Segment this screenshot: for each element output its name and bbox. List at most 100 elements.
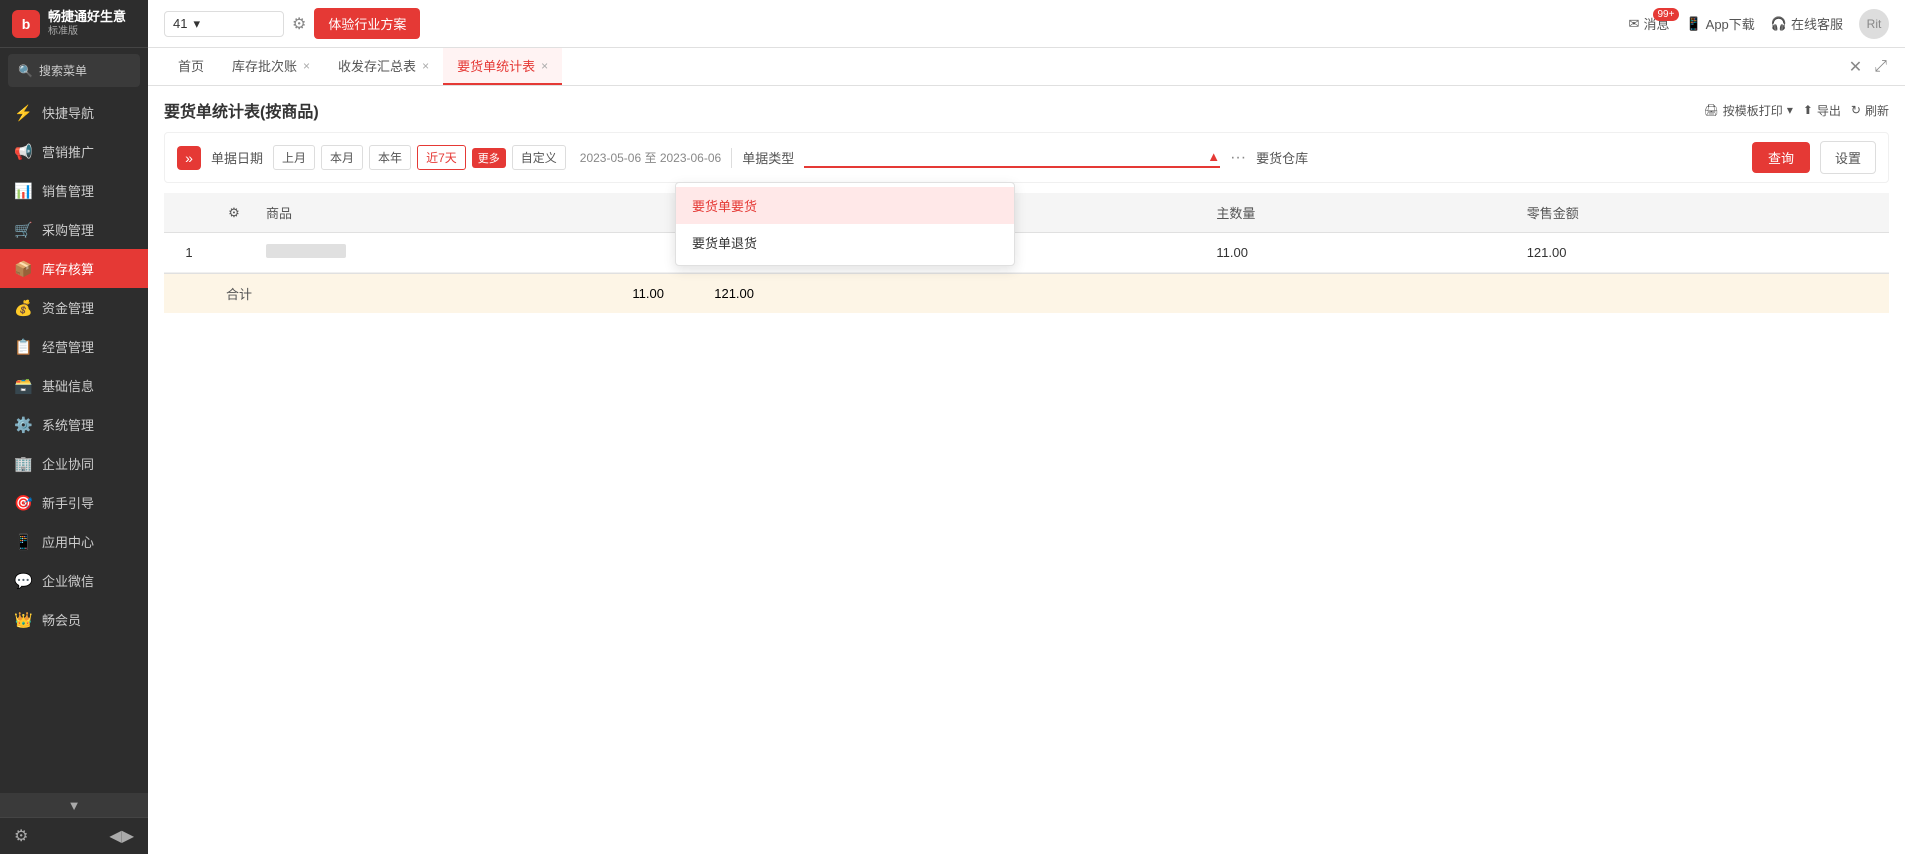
tab-close-icon[interactable]: × <box>303 59 310 73</box>
date-btn-7days[interactable]: 近7天 <box>417 145 466 170</box>
sidebar-item-quick-nav[interactable]: ⚡ 快捷导航 <box>0 93 148 132</box>
close-tab-icon[interactable]: ✕ <box>1847 55 1864 79</box>
online-service-btn[interactable]: 🎧 在线客服 <box>1771 14 1843 33</box>
nav-icon-quick-nav: ⚡ <box>14 104 32 122</box>
data-table: ⚙ 商品 主计量单位 主数量 零售金额 1 块 11.00 121.00 <box>164 193 1889 273</box>
print-btn[interactable]: 🖨 按模板打印 ▾ <box>1704 102 1793 119</box>
topbar-gear-icon[interactable]: ⚙ <box>292 14 306 34</box>
search-menu[interactable]: 🔍 搜索菜单 <box>8 54 140 87</box>
print-icon: 🖨 <box>1704 103 1719 117</box>
nav-icon-enterprise: 🏢 <box>14 455 32 473</box>
product-placeholder <box>266 244 346 258</box>
collapse-icon[interactable]: ◀▶ <box>109 826 134 846</box>
dropdown-item-要货单要货[interactable]: 要货单要货 <box>676 187 1014 224</box>
sidebar-label-purchase: 采购管理 <box>42 220 94 239</box>
export-btn[interactable]: ⬆ 导出 <box>1803 102 1841 119</box>
sidebar-item-sales[interactable]: 📊 销售管理 <box>0 171 148 210</box>
cell-num: 1 <box>164 233 214 273</box>
sidebar-label-sales: 销售管理 <box>42 181 94 200</box>
content-area: 要货单统计表(按商品) 🖨 按模板打印 ▾ ⬆ 导出 ↻ 刷新 <box>148 86 1905 854</box>
tab-close-icon[interactable]: × <box>541 59 548 73</box>
sidebar-item-operations[interactable]: 📋经营管理 <box>0 327 148 366</box>
sidebar-label-quick-nav: 快捷导航 <box>42 103 94 122</box>
refresh-icon: ↻ <box>1851 103 1861 117</box>
tab-收发存汇总表[interactable]: 收发存汇总表× <box>324 48 443 85</box>
topbar-right: ✉ 消息 99+ 📱 App下载 🎧 在线客服 Rit <box>1629 9 1889 39</box>
search-menu-label: 搜索菜单 <box>39 62 87 79</box>
tabs-controls: ✕ ⤢ <box>1847 55 1889 79</box>
warehouse-label: 要货仓库 <box>1256 148 1308 167</box>
tabs-bar: 首页库存批次账×收发存汇总表×要货单统计表× ✕ ⤢ <box>148 48 1905 86</box>
user-avatar[interactable]: Rit <box>1859 9 1889 39</box>
sidebar-item-inventory[interactable]: 📦库存核算 <box>0 249 148 288</box>
filter-expand-btn[interactable]: » <box>177 146 201 170</box>
sidebar-item-member[interactable]: 👑畅会员 <box>0 600 148 639</box>
sidebar-item-wechat[interactable]: 💬企业微信 <box>0 561 148 600</box>
date-btn-custom[interactable]: 自定义 <box>512 145 566 170</box>
tab-首页[interactable]: 首页 <box>164 48 218 85</box>
more-filter-icon[interactable]: ··· <box>1230 149 1246 167</box>
cell-settings <box>214 233 254 273</box>
footer-amount: 121.00 <box>686 286 766 301</box>
selector-chevron-icon: ▾ <box>193 16 200 32</box>
main-area: 41 ▾ ⚙ 体验行业方案 ✉ 消息 99+ 📱 App下载 🎧 在线客服 Ri… <box>148 0 1905 854</box>
sidebar-item-app-center[interactable]: 📱应用中心 <box>0 522 148 561</box>
table-body: 1 块 11.00 121.00 <box>164 233 1889 273</box>
table-wrapper: ⚙ 商品 主计量单位 主数量 零售金额 1 块 11.00 121.00 <box>164 193 1889 273</box>
query-btn[interactable]: 查询 <box>1752 142 1810 173</box>
footer-quantity: 11.00 <box>596 286 676 301</box>
sidebar-label-guide: 新手引导 <box>42 493 94 512</box>
nav-icon-sales: 📊 <box>14 182 32 200</box>
date-btn-this-month[interactable]: 本月 <box>321 145 363 170</box>
nav-icon-operations: 📋 <box>14 338 32 356</box>
date-btns: 上月 本月 本年 近7天 更多 自定义 <box>273 145 566 170</box>
sidebar-item-marketing[interactable]: 📢营销推广 <box>0 132 148 171</box>
date-btn-more[interactable]: 更多 <box>472 148 506 168</box>
nav-icon-wechat: 💬 <box>14 572 32 590</box>
settings-icon[interactable]: ⚙ <box>14 826 28 846</box>
refresh-btn[interactable]: ↻ 刷新 <box>1851 102 1889 119</box>
col-header-settings[interactable]: ⚙ <box>214 193 254 233</box>
restore-tab-icon[interactable]: ⤢ <box>1872 56 1889 78</box>
nav-icon-guide: 🎯 <box>14 494 32 512</box>
footer-label: 合计 <box>176 284 376 303</box>
tab-label: 库存批次账 <box>232 56 297 75</box>
sidebar-item-enterprise[interactable]: 🏢企业协同 <box>0 444 148 483</box>
app-download-label: App下载 <box>1706 14 1755 33</box>
tab-label: 首页 <box>178 56 204 75</box>
phone-icon: 📱 <box>1685 16 1701 32</box>
sidebar-label-finance: 资金管理 <box>42 298 94 317</box>
col-header-num <box>164 193 214 233</box>
sidebar-label-basic-info: 基础信息 <box>42 376 94 395</box>
logo-icon: b <box>12 10 40 38</box>
app-name: 畅捷通好生意 <box>48 9 126 26</box>
dropdown-item-要货单退货[interactable]: 要货单退货 <box>676 224 1014 261</box>
date-btn-this-year[interactable]: 本年 <box>369 145 411 170</box>
messages-btn[interactable]: ✉ 消息 99+ <box>1629 14 1670 33</box>
industry-btn[interactable]: 体验行业方案 <box>314 8 420 39</box>
sidebar-item-basic-info[interactable]: 🗃️基础信息 <box>0 366 148 405</box>
date-label: 单据日期 <box>211 148 263 167</box>
app-download-btn[interactable]: 📱 App下载 <box>1685 14 1754 33</box>
sidebar-item-finance[interactable]: 💰资金管理 <box>0 288 148 327</box>
tab-label: 要货单统计表 <box>457 56 535 75</box>
nav-icon-purchase: 🛒 <box>14 221 32 239</box>
sidebar-item-guide[interactable]: 🎯 新手引导 <box>0 483 148 522</box>
sidebar-bottom: ⚙ ◀▶ <box>0 817 148 854</box>
tab-库存批次账[interactable]: 库存批次账 × <box>218 48 324 85</box>
sidebar-item-purchase[interactable]: 🛒 采购管理 <box>0 210 148 249</box>
sidebar-scroll-down[interactable]: ▼ <box>0 793 148 817</box>
type-input[interactable]: ▲ <box>804 147 1220 168</box>
cell-amount: 121.00 <box>1515 233 1889 273</box>
tab-要货单统计表[interactable]: 要货单统计表 × <box>443 48 562 85</box>
message-icon: ✉ <box>1629 16 1640 32</box>
date-btn-prev-month[interactable]: 上月 <box>273 145 315 170</box>
nav-icon-system: ⚙️ <box>14 416 32 434</box>
messages-badge: 99+ <box>1653 8 1680 21</box>
tab-close-icon[interactable]: × <box>422 59 429 73</box>
page-wrapper: 要货单统计表(按商品) 🖨 按模板打印 ▾ ⬆ 导出 ↻ 刷新 <box>148 86 1905 854</box>
settings-btn[interactable]: 设置 <box>1820 141 1876 174</box>
sidebar-item-system[interactable]: ⚙️系统管理 <box>0 405 148 444</box>
type-chevron-icon[interactable]: ▲ <box>1207 149 1220 164</box>
company-selector[interactable]: 41 ▾ <box>164 11 284 37</box>
